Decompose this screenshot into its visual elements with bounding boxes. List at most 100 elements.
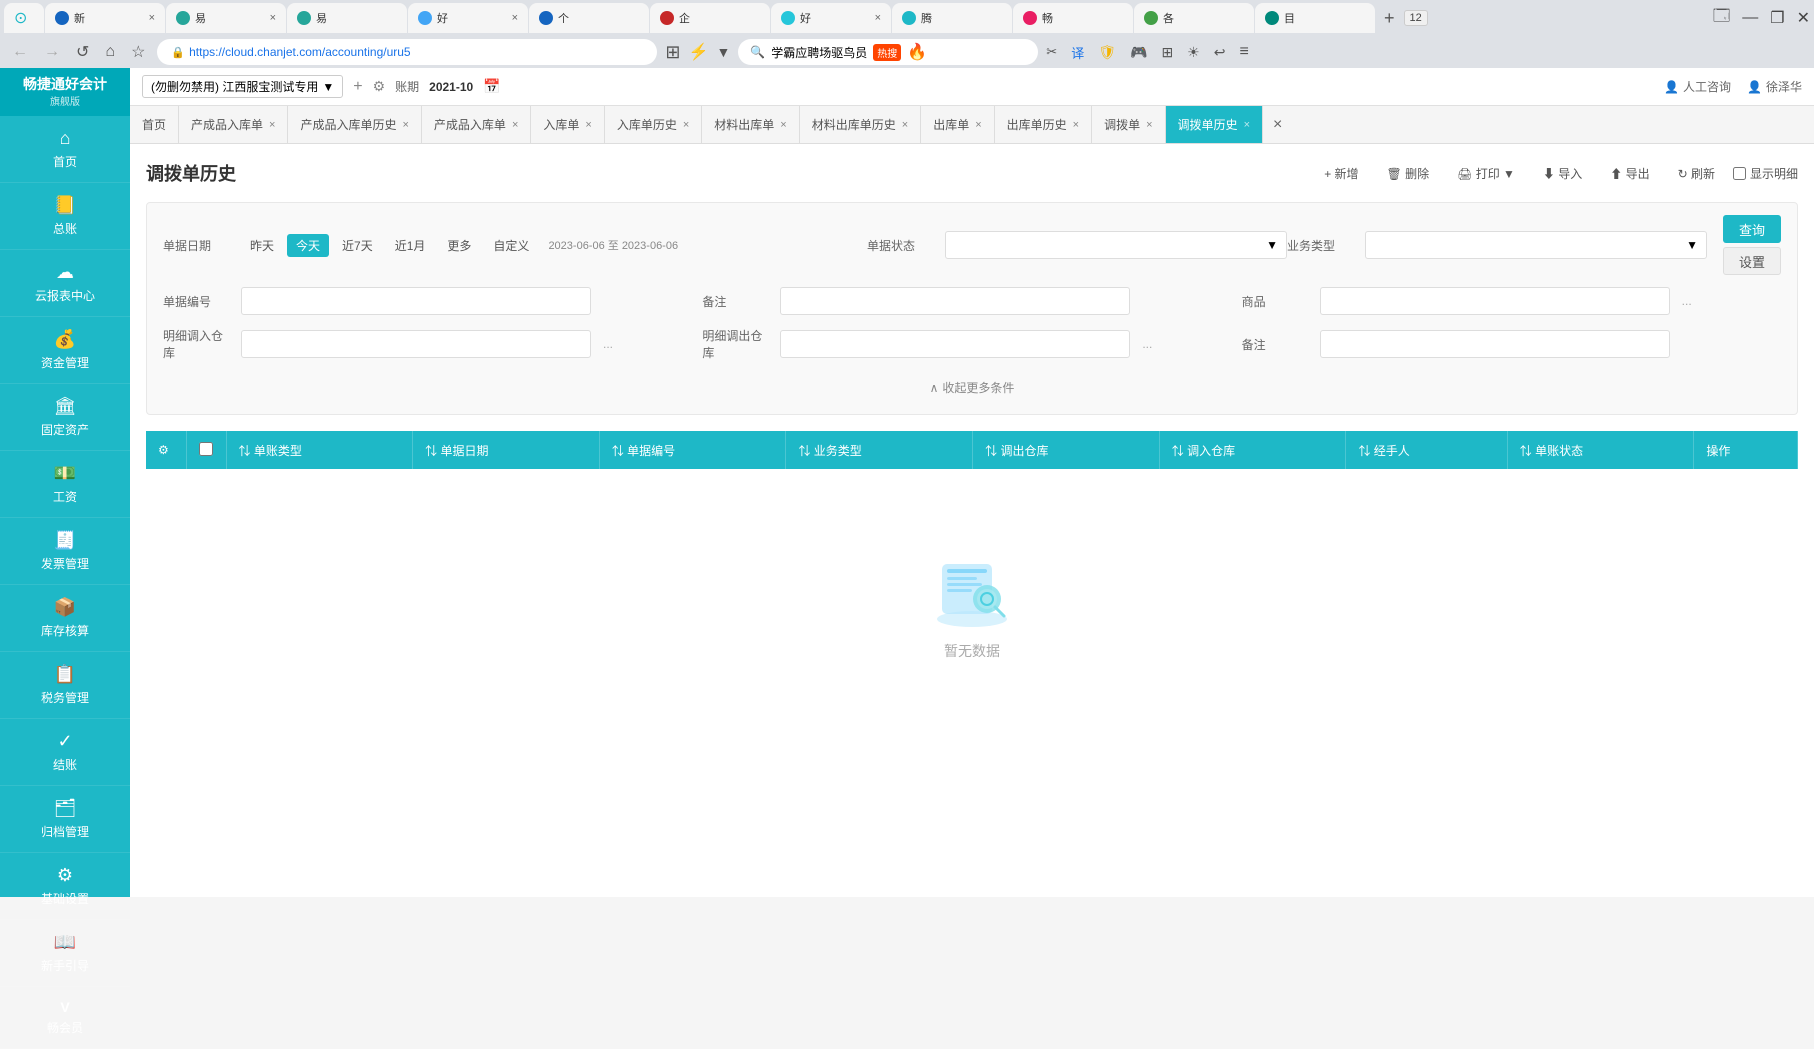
filter-settings-button[interactable]: 设置 xyxy=(1723,247,1781,275)
page-tab-home[interactable]: 首页 xyxy=(130,106,179,144)
window-icon-button[interactable]: 🗔 xyxy=(1713,5,1730,32)
forward-button[interactable]: → xyxy=(40,41,64,63)
date-btn-today[interactable]: 今天 xyxy=(287,234,329,257)
brightness-icon[interactable]: ☀ xyxy=(1187,44,1200,61)
table-settings-icon[interactable]: ⚙ xyxy=(158,443,169,457)
home-button[interactable]: ⌂ xyxy=(101,41,119,63)
browser-tab-10[interactable]: 各 xyxy=(1134,3,1254,33)
sidebar-item-ledger[interactable]: 📒 总账 xyxy=(0,183,130,250)
shield-icon[interactable]: 🛡 xyxy=(1098,44,1116,61)
date-btn-1month[interactable]: 近1月 xyxy=(386,234,435,257)
back-button[interactable]: ← xyxy=(8,41,32,63)
tab-close-4[interactable]: × xyxy=(512,12,518,24)
settings-gear-icon[interactable]: ⚙ xyxy=(373,78,386,95)
sidebar-item-member[interactable]: V 畅会员 xyxy=(0,987,130,1049)
sidebar-item-guide[interactable]: 📖 新手引导 xyxy=(0,920,130,987)
delete-button[interactable]: 🗑 删除 xyxy=(1377,161,1440,186)
translate-icon[interactable]: 译 xyxy=(1071,43,1084,62)
goods-ellipsis-button[interactable]: ... xyxy=(1678,294,1696,308)
browser-tab-3[interactable]: 易 xyxy=(287,3,407,33)
page-tab-product-in2-close[interactable]: × xyxy=(512,119,518,131)
page-tab-transfer-history-close[interactable]: × xyxy=(1244,119,1250,131)
cut-icon[interactable]: ✂ xyxy=(1046,44,1057,60)
page-tab-product-in[interactable]: 产成品入库单 × xyxy=(179,106,288,144)
detail-out-ellipsis-button[interactable]: ... xyxy=(1138,337,1156,351)
sidebar-item-archive[interactable]: 🗂 归档管理 xyxy=(0,786,130,853)
sidebar-item-tax[interactable]: 📋 税务管理 xyxy=(0,652,130,719)
undo-icon[interactable]: ↩ xyxy=(1214,44,1226,61)
sidebar-item-invoice[interactable]: 🧾 发票管理 xyxy=(0,518,130,585)
th-out-warehouse[interactable]: ⇅ 调出仓库 xyxy=(973,431,1160,469)
search-bar[interactable]: 🔍 学霸应聘场驱鸟员 热搜 🔥 xyxy=(738,39,1038,65)
th-doc-date[interactable]: ⇅ 单据日期 xyxy=(413,431,600,469)
sidebar-item-home[interactable]: ⌂ 首页 xyxy=(0,116,130,183)
page-tab-stock-out-history[interactable]: 出库单历史 × xyxy=(995,106,1092,144)
display-toggle[interactable]: 显示明细 xyxy=(1733,165,1798,182)
tab-close-2[interactable]: × xyxy=(270,12,276,24)
browser-tab-5[interactable]: 个 xyxy=(529,3,649,33)
consultant-button[interactable]: 👤 人工咨询 xyxy=(1664,78,1731,95)
browser-tab-11[interactable]: 目 xyxy=(1255,3,1375,33)
favorite-button[interactable]: ☆ xyxy=(127,40,149,64)
browser-tab-home[interactable]: ⊙ xyxy=(4,3,44,33)
add-company-button[interactable]: + xyxy=(353,78,362,96)
page-tab-stock-out-close[interactable]: × xyxy=(975,119,981,131)
tab-close-7[interactable]: × xyxy=(875,12,881,24)
page-tab-product-in2[interactable]: 产成品入库单 × xyxy=(422,106,531,144)
page-tab-stock-in-history-close[interactable]: × xyxy=(683,119,689,131)
calendar-icon[interactable]: 📅 xyxy=(483,78,500,95)
browser-tab-8[interactable]: 腾 xyxy=(892,3,1012,33)
game-icon[interactable]: 🎮 xyxy=(1130,44,1147,61)
business-type-select[interactable]: ▼ xyxy=(1365,231,1707,259)
import-button[interactable]: ⬇ 导入 xyxy=(1533,161,1592,186)
page-tab-product-in-close[interactable]: × xyxy=(269,119,275,131)
date-btn-custom[interactable]: 自定义 xyxy=(484,234,538,257)
date-btn-yesterday[interactable]: 昨天 xyxy=(241,234,283,257)
dropdown-button[interactable]: ▼ xyxy=(716,44,730,60)
detail-in-ellipsis-button[interactable]: ... xyxy=(599,337,617,351)
export-button[interactable]: ⬆ 导出 xyxy=(1600,161,1659,186)
close-all-tabs-button[interactable]: × xyxy=(1263,116,1292,134)
page-tab-material-out-history-close[interactable]: × xyxy=(902,119,908,131)
page-tab-stock-out-history-close[interactable]: × xyxy=(1073,119,1079,131)
browser-tab-2[interactable]: 易 × xyxy=(166,3,286,33)
page-tab-transfer-close[interactable]: × xyxy=(1146,119,1152,131)
grid-icon[interactable]: ⊞ xyxy=(1161,44,1173,61)
page-tab-stock-in[interactable]: 入库单 × xyxy=(531,106,604,144)
print-button[interactable]: 🖨 打印 ▼ xyxy=(1447,161,1525,186)
page-tab-product-in-history[interactable]: 产成品入库单历史 × xyxy=(288,106,421,144)
lightning-button[interactable]: ⚡ xyxy=(689,42,709,62)
page-tab-stock-in-close[interactable]: × xyxy=(585,119,591,131)
company-select[interactable]: (勿删勿禁用) 江西服宝测试专用 ▼ xyxy=(142,75,343,98)
th-checkbox[interactable] xyxy=(186,431,226,469)
page-tab-stock-out[interactable]: 出库单 × xyxy=(921,106,994,144)
select-all-checkbox[interactable] xyxy=(199,442,213,456)
page-tab-material-out[interactable]: 材料出库单 × xyxy=(702,106,799,144)
page-tab-material-out-close[interactable]: × xyxy=(780,119,786,131)
maximize-button[interactable]: ❐ xyxy=(1770,8,1784,28)
th-in-warehouse[interactable]: ⇅ 调入仓库 xyxy=(1159,431,1346,469)
new-tab-button[interactable]: + xyxy=(1376,8,1403,29)
minimize-button[interactable]: — xyxy=(1742,9,1758,27)
sidebar-item-inventory[interactable]: 📦 库存核算 xyxy=(0,585,130,652)
reload-button[interactable]: ↺ xyxy=(72,40,93,64)
sidebar-item-assets[interactable]: 🏛 固定资产 xyxy=(0,384,130,451)
address-input[interactable]: 🔒 https://cloud.chanjet.com/accounting/u… xyxy=(157,39,657,65)
page-tab-material-out-history[interactable]: 材料出库单历史 × xyxy=(800,106,921,144)
status-select[interactable]: ▼ xyxy=(945,231,1287,259)
browser-tab-4[interactable]: 好 × xyxy=(408,3,528,33)
date-btn-7days[interactable]: 近7天 xyxy=(333,234,382,257)
doc-number-input[interactable] xyxy=(241,287,591,315)
th-doc-number[interactable]: ⇅ 单据编号 xyxy=(599,431,786,469)
browser-tab-1[interactable]: 新 × xyxy=(45,3,165,33)
page-tab-transfer[interactable]: 调拨单 × xyxy=(1092,106,1165,144)
th-settings[interactable]: ⚙ xyxy=(146,431,186,469)
display-toggle-checkbox[interactable] xyxy=(1733,167,1746,180)
page-tab-transfer-history[interactable]: 调拨单历史 × xyxy=(1166,106,1263,144)
new-button[interactable]: + 新增 xyxy=(1314,161,1368,186)
menu-icon[interactable]: ≡ xyxy=(1239,43,1248,61)
user-profile[interactable]: 👤 徐泽华 xyxy=(1747,78,1802,95)
date-btn-more[interactable]: 更多 xyxy=(438,234,480,257)
refresh-button[interactable]: ↻ 刷新 xyxy=(1668,161,1725,186)
extensions-button[interactable]: ⊞ xyxy=(665,42,680,63)
